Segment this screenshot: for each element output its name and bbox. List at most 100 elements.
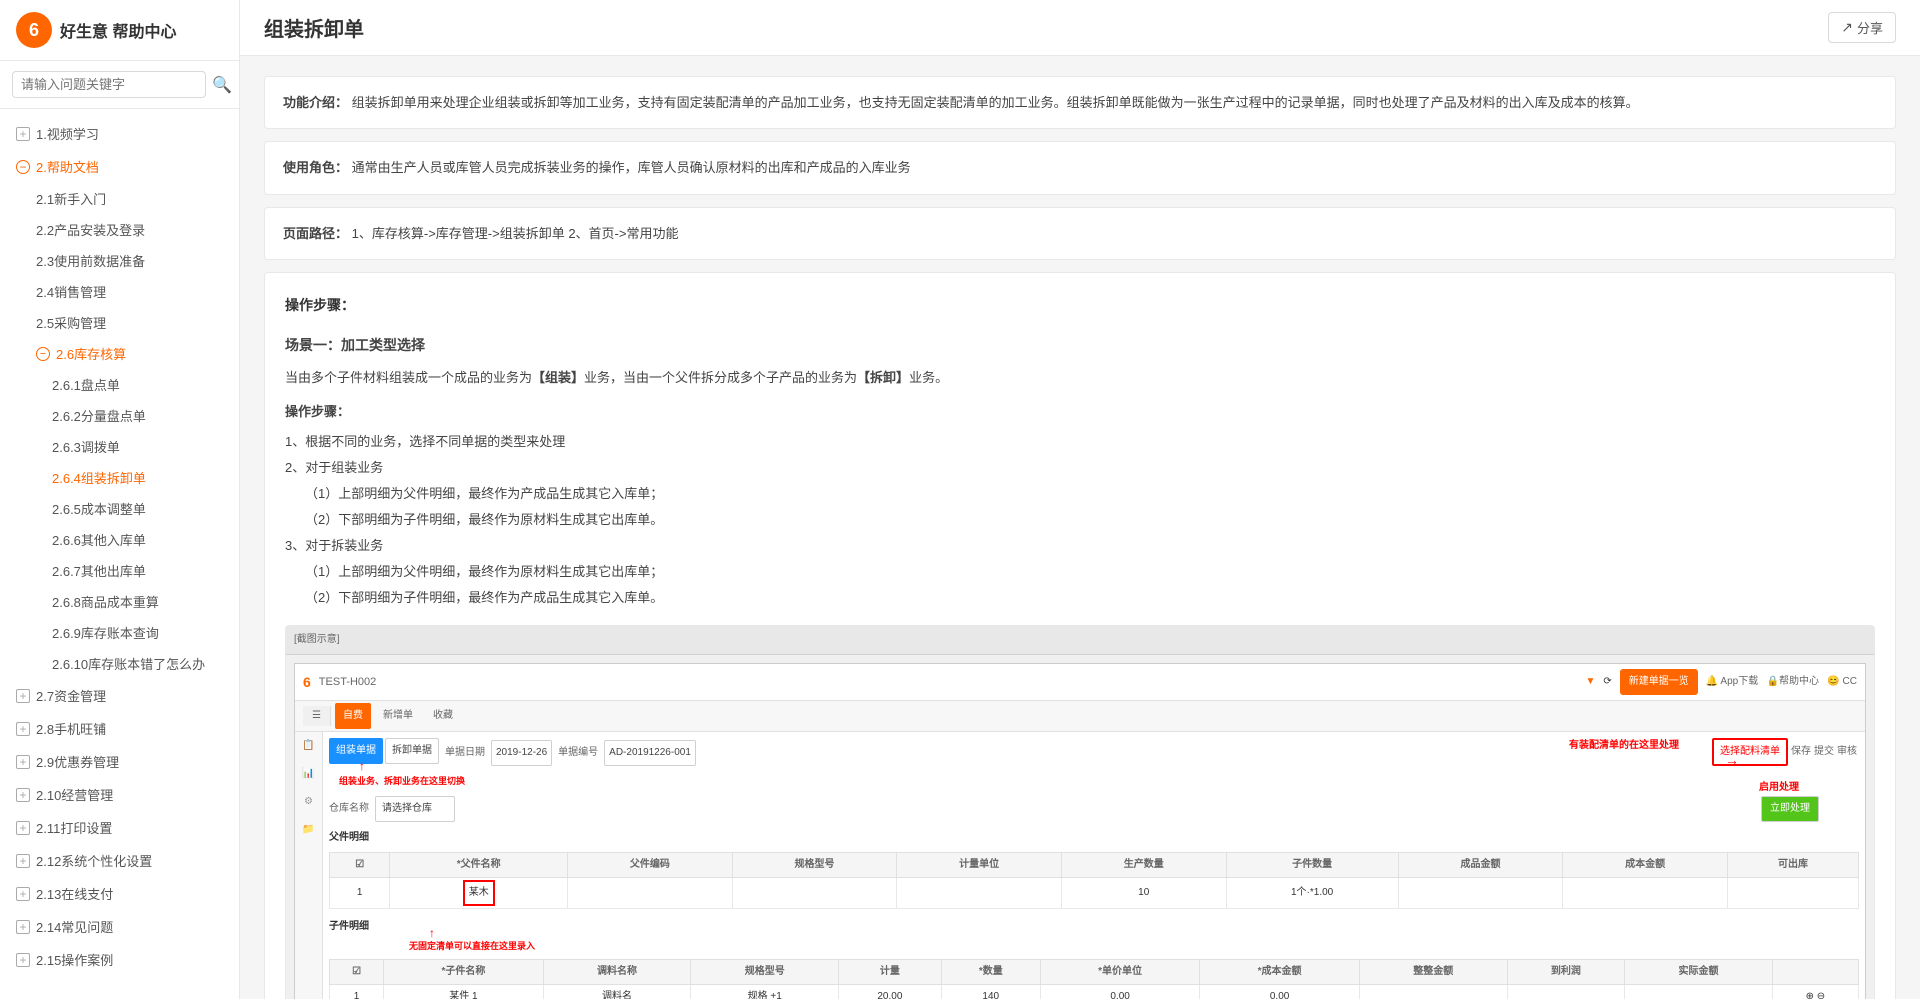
confirm-btn[interactable]: 立即处理 xyxy=(1761,796,1819,822)
th-check: ☑ xyxy=(330,853,390,878)
sidebar-item-2-15[interactable]: + 2.15操作案例 xyxy=(0,943,239,976)
sidebar-item-2-9[interactable]: + 2.9优惠券管理 xyxy=(0,745,239,778)
child-table-label-area: 子件明细 无固定清单可以直接在这里录入 ↑ xyxy=(329,917,1859,937)
parent-item-input[interactable]: 某木 xyxy=(463,880,495,906)
form-date-label: 单据日期 xyxy=(445,743,485,763)
parent-table: ☑ *父件名称 父件编码 规格型号 计量单位 生产数量 子件数量 成品金额 xyxy=(329,852,1859,909)
inner-refresh[interactable]: ⟳ xyxy=(1603,672,1611,692)
expand-icon: + xyxy=(16,920,30,934)
sidebar-item-2-6-7[interactable]: 2.6.7其他出库单 xyxy=(0,555,239,586)
sidebar-item-2-3[interactable]: 2.3使用前数据准备 xyxy=(0,245,239,276)
sidebar-item-2-6-1[interactable]: 2.6.1盘点单 xyxy=(0,369,239,400)
type-selector: 组装单据 拆卸单据 xyxy=(329,738,439,764)
cth-action xyxy=(1772,960,1858,985)
sidebar-item-2-2[interactable]: 2.2产品安装及登录 xyxy=(0,214,239,245)
action-btn3[interactable]: 审核 xyxy=(1837,742,1857,762)
role-label: 使用角色： xyxy=(283,160,348,175)
sidebar-item-2-13[interactable]: + 2.13在线支付 xyxy=(0,877,239,910)
role-text: 通常由生产人员或库管人员完成拆装业务的操作，库管人员确认原材料的出库和产成品的入… xyxy=(352,160,911,175)
path-label: 页面路径： xyxy=(283,226,348,241)
cth-check: ☑ xyxy=(330,960,384,985)
inner-left-nav: 📋 📊 ⚙ 📁 xyxy=(295,732,323,999)
sidebar-item-2-6-9[interactable]: 2.6.9库存账本查询 xyxy=(0,617,239,648)
path-block: 页面路径： 1、库存核算->库存管理->组装拆卸单 2、首页->常用功能 xyxy=(264,207,1896,260)
step1: 1、根据不同的业务，选择不同单据的类型来处理 xyxy=(285,429,1875,455)
main-content: 组装拆卸单 ↗ 分享 功能介绍： 组装拆卸单用来处理企业组装或拆卸等加工业务，支… xyxy=(240,0,1920,999)
sidebar-item-docs[interactable]: − 2.帮助文档 xyxy=(0,150,239,183)
logo-icon: 6 xyxy=(16,12,52,48)
path-text: 1、库存核算->库存管理->组装拆卸单 2、首页->常用功能 xyxy=(352,226,679,241)
share-button[interactable]: ↗ 分享 xyxy=(1828,12,1896,43)
sidebar-item-2-8[interactable]: + 2.8手机旺铺 xyxy=(0,712,239,745)
inner-main: 📋 📊 ⚙ 📁 xyxy=(295,732,1865,999)
child-table: ☑ *子件名称 调料名称 规格型号 计量 *数量 *单价单位 *成本金额 xyxy=(329,959,1859,999)
sidebar-item-2-7[interactable]: + 2.7资金管理 xyxy=(0,679,239,712)
th-parent-name: *父件名称 xyxy=(390,853,568,878)
inner-icons: 🔔 App下载 🔒帮助中心 😊 CC xyxy=(1706,672,1857,692)
sidebar-item-2-6-5[interactable]: 2.6.5成本调整单 xyxy=(0,493,239,524)
sidebar-item-2-6-3[interactable]: 2.6.3调拨单 xyxy=(0,431,239,462)
expand-icon: + xyxy=(16,953,30,967)
sidebar-item-2-6[interactable]: − 2.6库存核算 xyxy=(0,338,239,369)
page-title: 组装拆卸单 xyxy=(264,13,364,42)
search-input[interactable] xyxy=(12,71,206,98)
form-row-1: 组装单据 拆卸单据 组装业务、拆卸业务在这里切换 ↑ 单据日期 2019-12-… xyxy=(329,738,1859,768)
action-btn1[interactable]: 保存 xyxy=(1791,742,1811,762)
sidebar-item-2-6-8[interactable]: 2.6.8商品成本重算 xyxy=(0,586,239,617)
inner-nav: ☰ 自费 新增单 收藏 xyxy=(295,701,1865,732)
sidebar-item-2-5[interactable]: 2.5采购管理 xyxy=(0,307,239,338)
th-parent-code: 父件编码 xyxy=(568,853,733,878)
inner-app: 6 TEST-H002 ▼ ⟳ 新建单据一览 🔔 App下载 🔒帮助中心 😊 C… xyxy=(294,663,1866,999)
step3: 3、对于拆装业务 xyxy=(285,533,1875,559)
intro-block: 功能介绍： 组装拆卸单用来处理企业组装或拆卸等加工业务，支持有固定装配清单的产品… xyxy=(264,76,1896,129)
logo-area: 6 好生意 帮助中心 xyxy=(0,0,239,61)
nav-label: 2.10经营管理 xyxy=(36,785,113,804)
th-prod-qty: 生产数量 xyxy=(1061,853,1226,878)
sidebar-item-2-12[interactable]: + 2.12系统个性化设置 xyxy=(0,844,239,877)
inner-logo: 6 xyxy=(303,668,311,696)
warehouse-input[interactable]: 请选择仓库 xyxy=(375,796,455,822)
sidebar-item-2-6-2[interactable]: 2.6.2分量盘点单 xyxy=(0,400,239,431)
sidebar-item-2-6-4[interactable]: 2.6.4组装拆卸单 xyxy=(0,462,239,493)
cth-qty: *数量 xyxy=(941,960,1040,985)
select-bom-btn[interactable]: 选择配料清单 xyxy=(1712,738,1788,766)
type-disassemble-btn[interactable]: 拆卸单据 xyxy=(385,738,439,764)
callout-no-bom: 无固定清单可以直接在这里录入 xyxy=(409,937,535,955)
nav-label: 2.15操作案例 xyxy=(36,950,113,969)
step2: 2、对于组装业务 xyxy=(285,455,1875,481)
inner-tab-self[interactable]: 自费 xyxy=(335,703,371,729)
search-icon[interactable]: 🔍 xyxy=(212,75,232,95)
sidebar-item-2-6-6[interactable]: 2.6.6其他入库单 xyxy=(0,524,239,555)
sidebar-item-2-11[interactable]: + 2.11打印设置 xyxy=(0,811,239,844)
nav-label: 2.帮助文档 xyxy=(36,157,99,176)
sidebar-item-2-14[interactable]: + 2.14常见问题 xyxy=(0,910,239,943)
collapse-icon: − xyxy=(16,160,30,174)
inner-tab-new[interactable]: 新增单 xyxy=(375,703,421,729)
type-assemble-btn[interactable]: 组装单据 xyxy=(329,738,383,764)
sidebar-item-video[interactable]: + 1.视频学习 xyxy=(0,117,239,150)
sidebar-item-2-1[interactable]: 2.1新手入门 xyxy=(0,183,239,214)
form-date-value[interactable]: 2019-12-26 xyxy=(491,740,552,766)
sidebar-item-2-6-10[interactable]: 2.6.10库存账本错了怎么办 xyxy=(0,648,239,679)
nav-label: 2.7资金管理 xyxy=(36,686,106,705)
cth-cost: *成本金额 xyxy=(1200,960,1359,985)
inner-nav-icon: ☰ xyxy=(303,706,331,726)
step3-2: （2）下部明细为子件明细，最终作为产成品生成其它入库单。 xyxy=(285,585,1875,611)
sidebar-item-2-4[interactable]: 2.4销售管理 xyxy=(0,276,239,307)
inner-new-btn[interactable]: 新建单据一览 xyxy=(1620,669,1698,695)
expand-icon: + xyxy=(16,689,30,703)
form-order-value[interactable]: AD-20191226-001 xyxy=(604,740,696,766)
nav-label: 2.12系统个性化设置 xyxy=(36,851,152,870)
th-unit: 计量单位 xyxy=(897,853,1062,878)
inner-tab-fav[interactable]: 收藏 xyxy=(425,703,461,729)
cth-unit: 计量 xyxy=(839,960,942,985)
th-spec: 规格型号 xyxy=(732,853,897,878)
inner-dropdown[interactable]: ▼ xyxy=(1585,672,1595,692)
form-row-2: 仓库名称 请选择仓库 启用处理 ↑ 立即处理 xyxy=(329,796,1859,822)
steps-title: 操作步骤： xyxy=(285,291,1875,319)
step2-1: （1）上部明细为父件明细，最终作为产成品生成其它入库单； xyxy=(285,481,1875,507)
cth-price: *单价单位 xyxy=(1040,960,1199,985)
action-btn2[interactable]: 提交 xyxy=(1814,742,1834,762)
expand-icon: + xyxy=(16,854,30,868)
sidebar-item-2-10[interactable]: + 2.10经营管理 xyxy=(0,778,239,811)
